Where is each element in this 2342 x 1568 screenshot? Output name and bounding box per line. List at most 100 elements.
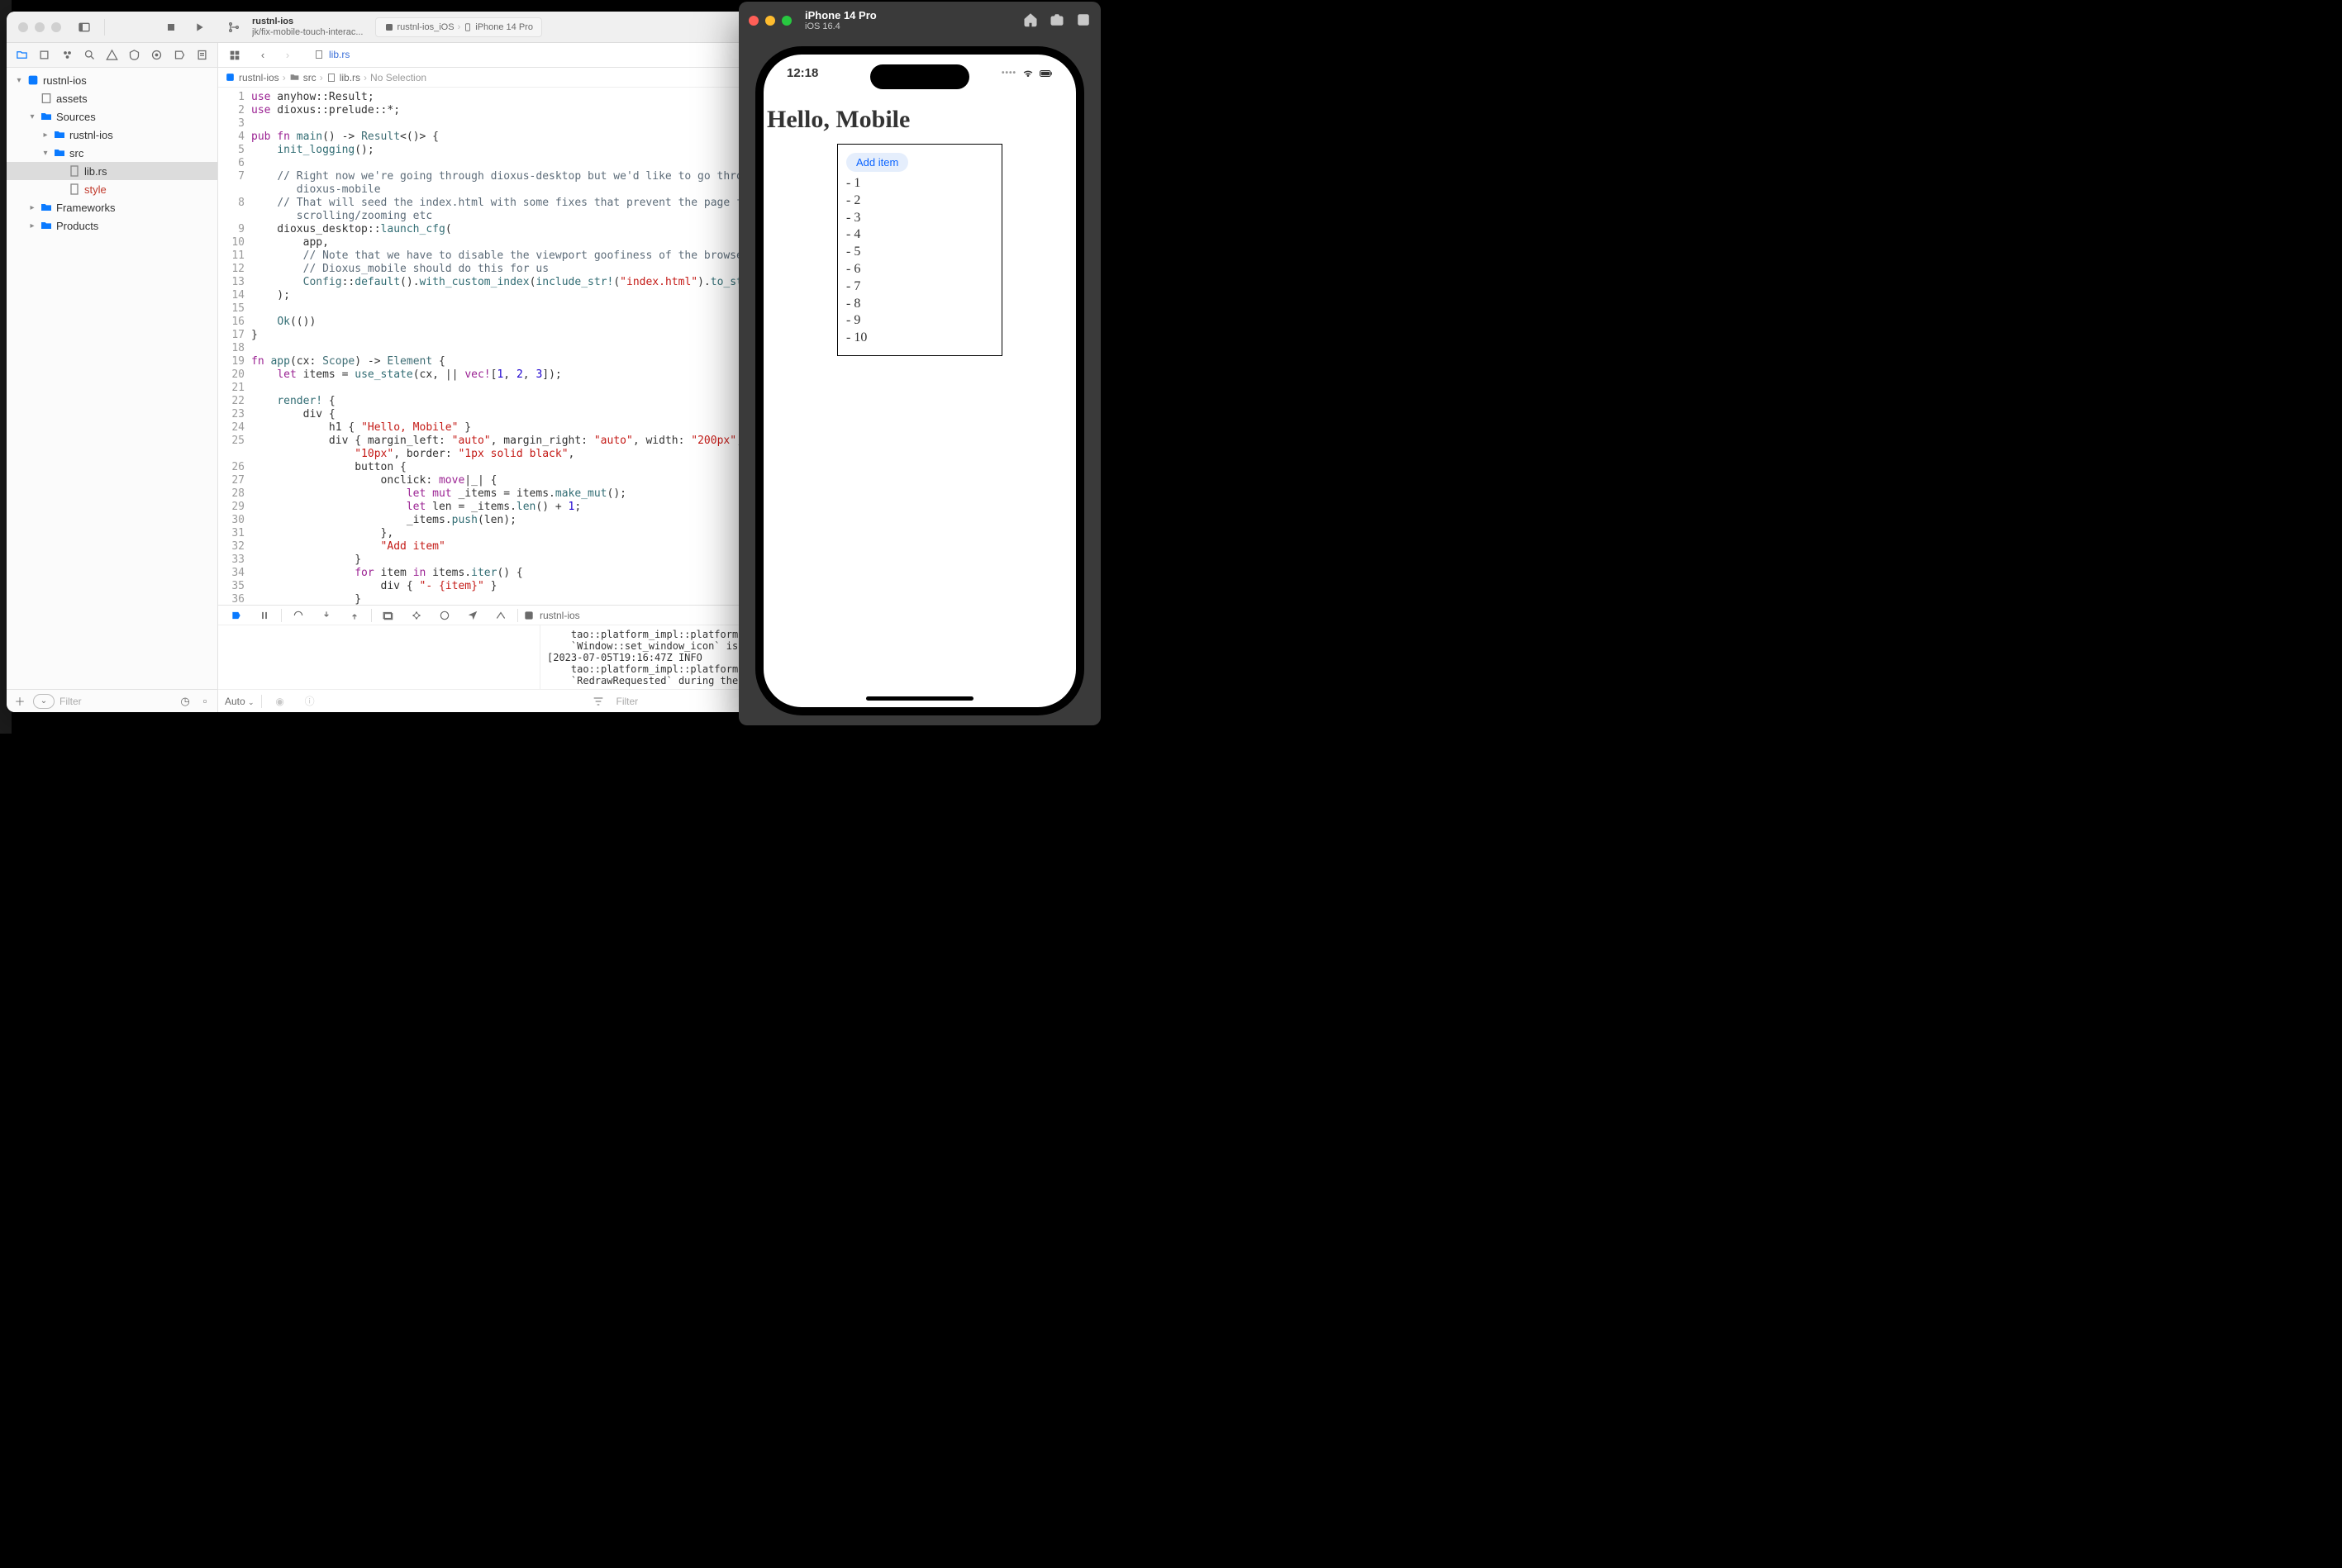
- debug-more-button[interactable]: [489, 604, 512, 627]
- maximize-window-button[interactable]: [51, 22, 61, 32]
- breakpoint-navigator-tab[interactable]: [169, 45, 190, 65]
- step-over-button[interactable]: [287, 604, 310, 627]
- scheme-branch: jk/fix-mobile-touch-interac...: [252, 27, 364, 37]
- pause-button[interactable]: [253, 604, 276, 627]
- battery-icon: [1040, 69, 1053, 78]
- sim-os-version: iOS 16.4: [805, 21, 877, 31]
- source-control-navigator-tab[interactable]: [34, 45, 55, 65]
- home-indicator[interactable]: [866, 696, 973, 701]
- screenshot-button[interactable]: [1050, 12, 1064, 30]
- scheme-name[interactable]: rustnl-ios: [252, 17, 364, 26]
- sim-maximize-button[interactable]: [782, 16, 792, 26]
- report-navigator-tab[interactable]: [192, 45, 212, 65]
- issue-navigator-tab[interactable]: [102, 45, 122, 65]
- traffic-lights: [18, 22, 61, 32]
- navigator-tabs: [7, 43, 217, 68]
- tree-item-sources[interactable]: ▾Sources: [7, 107, 217, 126]
- toggle-breakpoints-button[interactable]: [225, 604, 248, 627]
- info-button[interactable]: ⓘ: [298, 690, 321, 713]
- iphone-screen[interactable]: 12:18 •••• Hello, Mobile Add item - 1- 2…: [764, 55, 1076, 707]
- project-root[interactable]: ▾rustnl-ios: [7, 71, 217, 89]
- step-into-button[interactable]: [315, 604, 338, 627]
- pop-out-button[interactable]: [1076, 12, 1091, 30]
- add-item-button[interactable]: Add item: [846, 153, 908, 172]
- minimize-window-button[interactable]: [35, 22, 45, 32]
- sim-minimize-button[interactable]: [765, 16, 775, 26]
- tree-item-lib-rs[interactable]: lib.rs: [7, 162, 217, 180]
- variables-scope-selector[interactable]: Auto ⌄: [225, 696, 255, 707]
- jump-file: lib.rs: [340, 72, 360, 83]
- xcproj-icon: [225, 72, 236, 83]
- add-button[interactable]: ＋: [12, 693, 28, 710]
- step-out-button[interactable]: [343, 604, 366, 627]
- quicklook-button[interactable]: ◉: [269, 690, 292, 713]
- console-filter-input[interactable]: Filter: [616, 696, 732, 707]
- tree-item-frameworks[interactable]: ▸Frameworks: [7, 198, 217, 216]
- tree-item-products[interactable]: ▸Products: [7, 216, 217, 235]
- toggle-navigator-button[interactable]: [73, 16, 96, 39]
- find-navigator-tab[interactable]: [79, 45, 100, 65]
- device-label: iPhone 14 Pro: [475, 22, 533, 32]
- app-title: Hello, Mobile: [767, 106, 1074, 134]
- status-clock: 12:18: [787, 66, 818, 80]
- file-icon: [326, 73, 336, 83]
- test-navigator-tab[interactable]: [124, 45, 145, 65]
- chevron-right-icon: ›: [458, 22, 461, 32]
- app-content: Hello, Mobile Add item - 1- 2- 3- 4- 5- …: [764, 102, 1076, 707]
- list-item: - 10: [846, 330, 993, 347]
- sim-close-button[interactable]: [749, 16, 759, 26]
- symbol-navigator-tab[interactable]: [56, 45, 77, 65]
- filter-icon: [587, 690, 610, 713]
- file-icon: [314, 50, 324, 59]
- jump-folder: src: [303, 72, 317, 83]
- list-item: - 6: [846, 261, 993, 278]
- line-gutter: 1234567891011121314151617181920212223242…: [218, 88, 251, 605]
- target-icon: [523, 610, 535, 621]
- debug-navigator-tab[interactable]: [146, 45, 167, 65]
- sim-device-name: iPhone 14 Pro: [805, 10, 877, 21]
- list-item: - 8: [846, 296, 993, 313]
- jump-selection: No Selection: [370, 72, 426, 83]
- tree-item-rustnl-ios[interactable]: ▸rustnl-ios: [7, 126, 217, 144]
- sim-traffic-lights: [749, 16, 792, 26]
- tab-label: lib.rs: [329, 49, 350, 60]
- jump-project: rustnl-ios: [239, 72, 279, 83]
- navigator-filter-input[interactable]: Filter: [60, 696, 173, 707]
- env-override-button[interactable]: [433, 604, 456, 627]
- close-window-button[interactable]: [18, 22, 28, 32]
- list-item: - 9: [846, 312, 993, 330]
- variables-view[interactable]: [218, 625, 540, 689]
- nav-forward-button[interactable]: ›: [276, 44, 299, 67]
- editor-tab[interactable]: lib.rs: [302, 46, 361, 64]
- filter-scope-button[interactable]: ⌄: [33, 694, 55, 709]
- location-button[interactable]: [461, 604, 484, 627]
- status-icons: ••••: [1002, 66, 1053, 80]
- view-debugger-button[interactable]: [377, 604, 400, 627]
- project-navigator-tab[interactable]: [12, 45, 32, 65]
- stop-button[interactable]: [159, 16, 183, 39]
- phone-icon: [464, 21, 472, 33]
- scheme-selector[interactable]: rustnl-ios_iOS › iPhone 14 Pro: [375, 17, 542, 37]
- list-item: - 5: [846, 244, 993, 261]
- dynamic-island: [870, 64, 969, 89]
- memory-graph-button[interactable]: [405, 604, 428, 627]
- iphone-frame: 12:18 •••• Hello, Mobile Add item - 1- 2…: [755, 46, 1084, 715]
- related-items-button[interactable]: [223, 44, 246, 67]
- list-item: - 2: [846, 192, 993, 210]
- nav-back-button[interactable]: ‹: [251, 44, 274, 67]
- app-list-box: Add item - 1- 2- 3- 4- 5- 6- 7- 8- 9- 10: [837, 144, 1002, 356]
- run-button[interactable]: [188, 16, 211, 39]
- tree-item-assets[interactable]: assets: [7, 89, 217, 107]
- recent-filter-icon[interactable]: ▫: [198, 690, 212, 713]
- simulator-window: iPhone 14 Pro iOS 16.4 12:18 ••••: [739, 2, 1101, 725]
- home-button[interactable]: [1023, 12, 1038, 30]
- project-navigator: ▾rustnl-iosassets▾Sources▸rustnl-ios▾src…: [7, 43, 218, 712]
- scheme-label: rustnl-ios_iOS: [397, 22, 455, 32]
- list-item: - 7: [846, 278, 993, 296]
- tree-item-src[interactable]: ▾src: [7, 144, 217, 162]
- list-item: - 3: [846, 210, 993, 227]
- branch-icon: [222, 16, 245, 39]
- debug-target-label: rustnl-ios: [540, 610, 580, 621]
- clock-filter-icon[interactable]: ◷: [178, 690, 193, 713]
- tree-item-style[interactable]: style: [7, 180, 217, 198]
